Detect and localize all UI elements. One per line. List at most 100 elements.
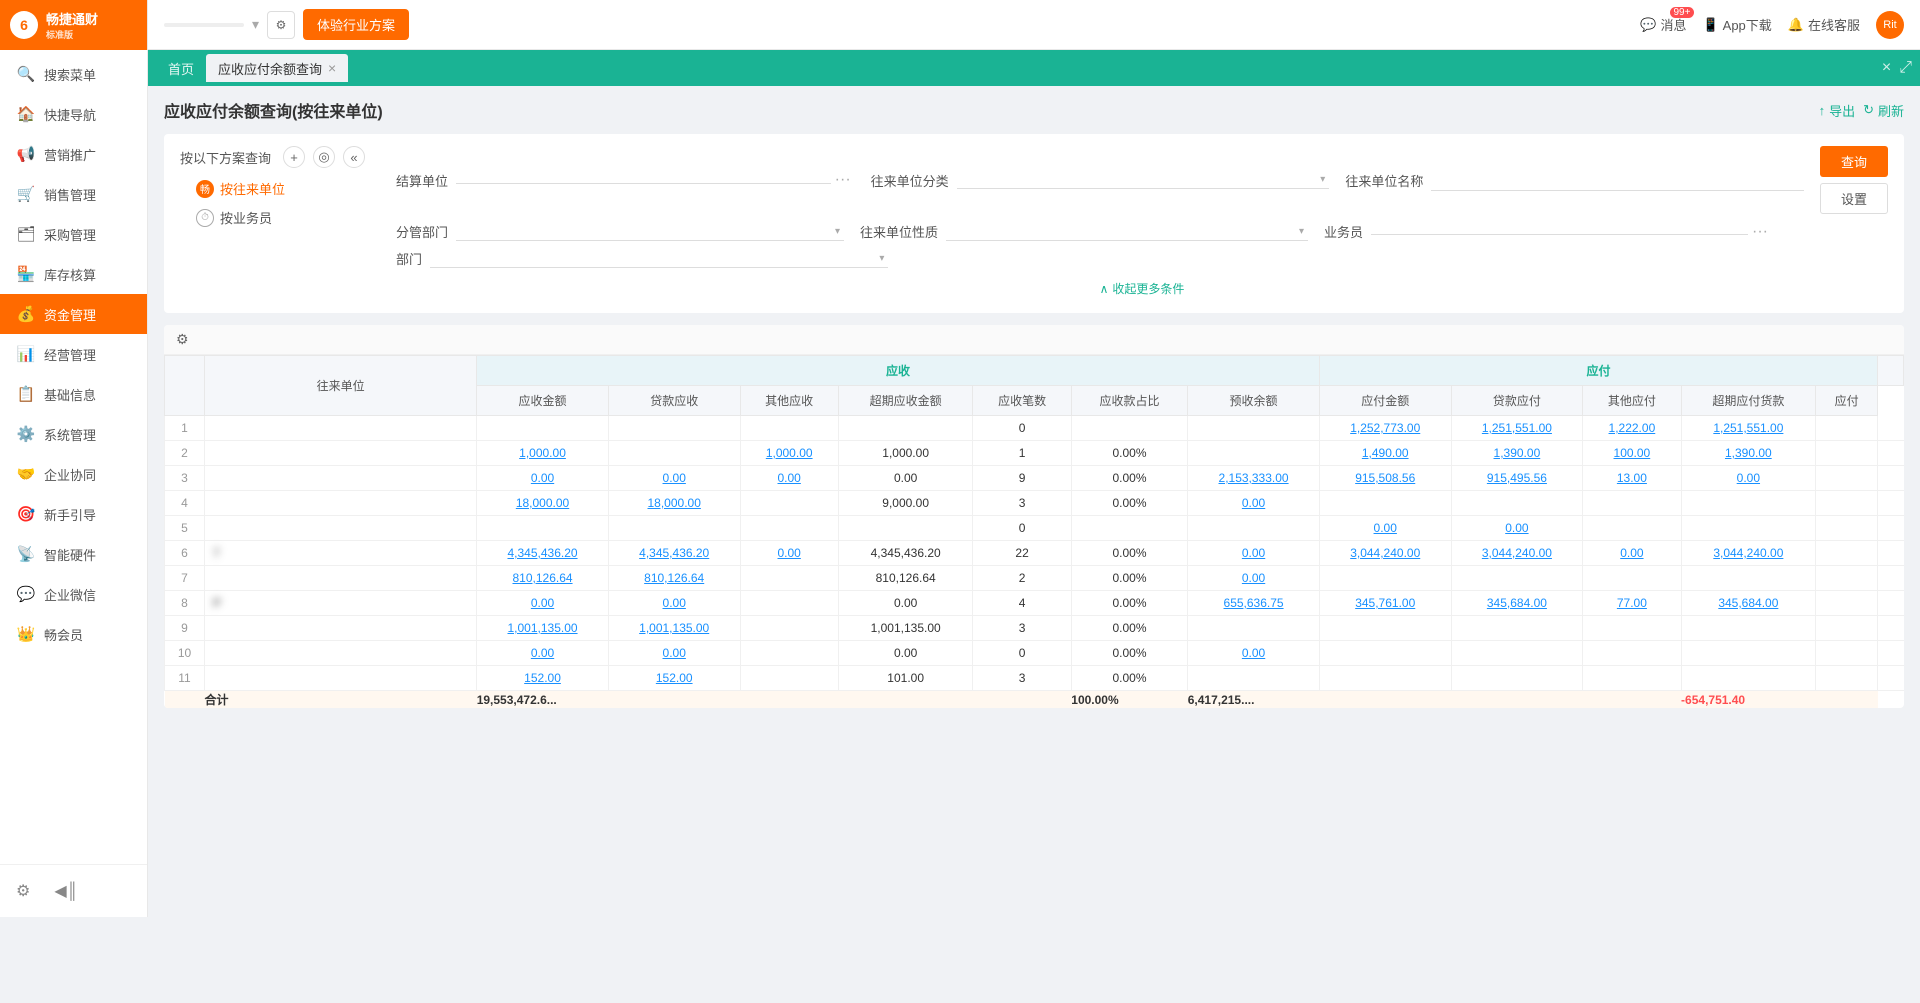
user-avatar[interactable]: Rit	[1876, 11, 1904, 39]
table-cell[interactable]: 0.00	[740, 541, 838, 566]
table-cell[interactable]	[1681, 616, 1816, 641]
more-plan-btn[interactable]: «	[343, 146, 365, 168]
table-cell[interactable]	[1451, 641, 1583, 666]
table-cell[interactable]: 0.00	[477, 591, 609, 616]
table-cell[interactable]	[740, 516, 838, 541]
dept-select[interactable]: ▾	[430, 250, 888, 268]
table-cell[interactable]	[1583, 516, 1681, 541]
table-cell[interactable]	[1319, 616, 1451, 641]
table-cell[interactable]	[477, 416, 609, 441]
table-cell[interactable]: 810,126.64	[608, 566, 740, 591]
table-cell[interactable]	[1681, 666, 1816, 691]
sidebar-item-collab[interactable]: 🤝 企业协同	[0, 454, 147, 494]
table-cell[interactable]: 345,761.00	[1319, 591, 1451, 616]
table-cell[interactable]: 810,126.64	[477, 566, 609, 591]
footer-recv-amount[interactable]: 19,553,472.6...	[477, 691, 609, 709]
table-cell[interactable]: 1,251,551.00	[1451, 416, 1583, 441]
table-cell[interactable]	[608, 441, 740, 466]
table-cell[interactable]: 2,153,333.00	[1188, 466, 1320, 491]
table-cell[interactable]	[740, 491, 838, 516]
table-cell[interactable]: 4,345,436.20	[608, 541, 740, 566]
salesperson-more-icon[interactable]: ···	[1748, 223, 1772, 241]
table-cell[interactable]: 3,044,240.00	[1319, 541, 1451, 566]
sidebar-item-guide[interactable]: 🎯 新手引导	[0, 494, 147, 534]
refresh-btn[interactable]: ↻ 刷新	[1863, 101, 1904, 120]
table-cell[interactable]	[740, 566, 838, 591]
table-cell[interactable]	[1681, 516, 1816, 541]
table-cell[interactable]	[1319, 641, 1451, 666]
table-cell[interactable]	[1451, 666, 1583, 691]
table-cell[interactable]	[1319, 666, 1451, 691]
sidebar-item-search[interactable]: 🔍 搜索菜单	[0, 54, 147, 94]
table-cell[interactable]: 0.00	[608, 466, 740, 491]
app-download-btn[interactable]: 📱 App下载	[1702, 15, 1771, 34]
table-cell[interactable]: 0.00	[477, 466, 609, 491]
sidebar-item-member[interactable]: 👑 畅会员	[0, 614, 147, 654]
table-cell[interactable]: 0.00	[608, 641, 740, 666]
export-btn[interactable]: ↑ 导出	[1819, 101, 1856, 120]
table-cell[interactable]	[1681, 641, 1816, 666]
table-cell[interactable]	[608, 516, 740, 541]
table-cell[interactable]: 1,390.00	[1681, 441, 1816, 466]
tab-close-icon[interactable]: ×	[328, 60, 336, 76]
tab-receivable[interactable]: 应收应付余额查询 ×	[206, 54, 348, 82]
plan-item-byunit[interactable]: 畅 按往来单位	[188, 176, 380, 201]
topbar-settings-btn[interactable]: ⚙	[267, 11, 295, 39]
sidebar-item-hardware[interactable]: 📡 智能硬件	[0, 534, 147, 574]
table-cell[interactable]: 0.00	[1319, 516, 1451, 541]
partner-nature-select[interactable]: ▾	[946, 223, 1308, 241]
table-cell[interactable]: 4,345,436.20	[477, 541, 609, 566]
table-cell[interactable]	[1583, 666, 1681, 691]
salesperson-input[interactable]	[1371, 228, 1748, 235]
settings-button[interactable]: 设置	[1820, 183, 1888, 214]
sidebar-item-basic[interactable]: 📋 基础信息	[0, 374, 147, 414]
table-cell[interactable]: 3,044,240.00	[1451, 541, 1583, 566]
table-cell[interactable]: 0.00	[1583, 541, 1681, 566]
table-cell[interactable]	[477, 516, 609, 541]
sidebar-item-inventory[interactable]: 🏪 库存核算	[0, 254, 147, 294]
table-cell[interactable]: 1,252,773.00	[1319, 416, 1451, 441]
table-cell[interactable]: 1,001,135.00	[608, 616, 740, 641]
table-cell[interactable]: 77.00	[1583, 591, 1681, 616]
settlement-more-icon[interactable]: ···	[831, 171, 855, 189]
table-cell[interactable]	[1583, 616, 1681, 641]
table-cell[interactable]	[1451, 616, 1583, 641]
table-cell[interactable]: 0.00	[1188, 641, 1320, 666]
cta-button[interactable]: 体验行业方案	[303, 9, 409, 40]
tab-close-all-btn[interactable]: ×	[1882, 59, 1891, 77]
sidebar-item-operation[interactable]: 📊 经营管理	[0, 334, 147, 374]
table-cell[interactable]: 1,390.00	[1451, 441, 1583, 466]
table-cell[interactable]: 0.00	[740, 466, 838, 491]
table-cell[interactable]: 0.00	[1681, 466, 1816, 491]
collapse-btn[interactable]: ∧ 收起更多条件	[396, 276, 1888, 301]
table-cell[interactable]	[740, 416, 838, 441]
add-plan-btn[interactable]: +	[283, 146, 305, 168]
table-cell[interactable]: 0.00	[1188, 566, 1320, 591]
sidebar-item-purchase[interactable]: 🗂 采购管理	[0, 214, 147, 254]
tab-expand-btn[interactable]: ⤢	[1899, 59, 1912, 77]
online-service-btn[interactable]: 🔔 在线客服	[1788, 15, 1860, 34]
sidebar-item-system[interactable]: ⚙️ 系统管理	[0, 414, 147, 454]
table-cell[interactable]: 0.00	[477, 641, 609, 666]
table-cell[interactable]	[740, 641, 838, 666]
table-cell[interactable]: 1,001,135.00	[477, 616, 609, 641]
table-cell[interactable]	[1319, 566, 1451, 591]
sidebar-collapse-btn[interactable]: ◀║	[54, 881, 78, 901]
sidebar-item-weixin[interactable]: 💬 企业微信	[0, 574, 147, 614]
table-cell[interactable]: 0.00	[608, 591, 740, 616]
sidebar-item-finance[interactable]: 💰 资金管理	[0, 294, 147, 334]
table-cell[interactable]: 345,684.00	[1451, 591, 1583, 616]
table-cell[interactable]: 1,000.00	[740, 441, 838, 466]
settlement-input[interactable]	[456, 177, 831, 184]
table-cell[interactable]	[1451, 566, 1583, 591]
plan-item-bystaff[interactable]: ⏱ 按业务员	[188, 205, 380, 230]
table-cell[interactable]: 100.00	[1583, 441, 1681, 466]
table-cell[interactable]: 0.00	[1188, 491, 1320, 516]
table-cell[interactable]	[1451, 491, 1583, 516]
table-cell[interactable]: 13.00	[1583, 466, 1681, 491]
table-cell[interactable]: 1,000.00	[477, 441, 609, 466]
table-cell[interactable]: 655,636.75	[1188, 591, 1320, 616]
sidebar-item-sales[interactable]: 🛒 销售管理	[0, 174, 147, 214]
table-cell[interactable]	[740, 591, 838, 616]
table-cell[interactable]: 3,044,240.00	[1681, 541, 1816, 566]
